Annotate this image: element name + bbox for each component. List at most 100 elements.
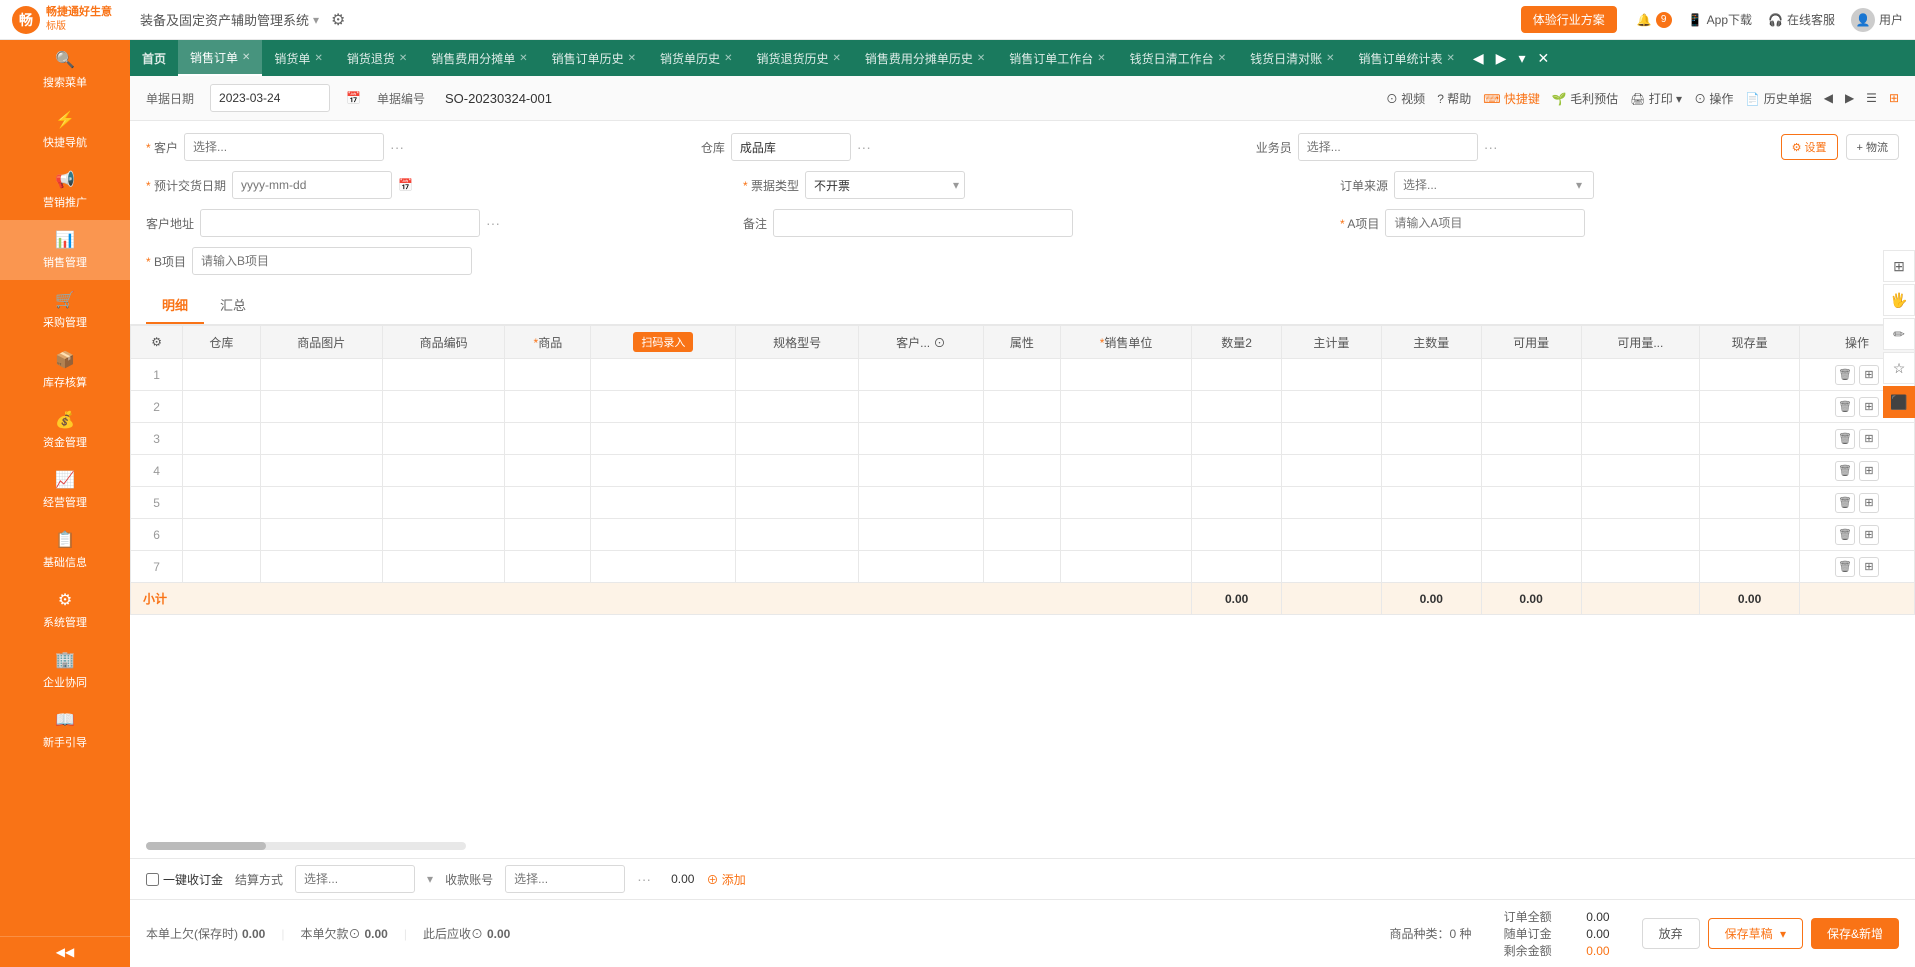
tab-sales-expense-history[interactable]: 销售费用分摊单历史 ✕	[853, 40, 997, 76]
staff-dots[interactable]: ···	[1484, 139, 1498, 155]
tab-sales-expense-close[interactable]: ✕	[519, 53, 527, 64]
customer-dots[interactable]: ···	[390, 139, 404, 155]
tab-sales-order-close[interactable]: ✕	[242, 52, 250, 63]
warehouse-input[interactable]	[731, 133, 851, 161]
remark-input[interactable]	[773, 209, 1073, 237]
tab-sales-return[interactable]: 销货单 ✕	[262, 40, 334, 76]
sidebar-item-inventory[interactable]: 📦 库存核算	[0, 340, 130, 400]
tab-sales-history-close[interactable]: ✕	[628, 53, 636, 64]
row-copy-4[interactable]: ⊞	[1859, 461, 1879, 481]
sidebar-item-search[interactable]: 🔍 搜索菜单	[0, 40, 130, 100]
staff-input[interactable]	[1298, 133, 1478, 161]
one-key-checkbox[interactable]	[146, 873, 159, 886]
row-sales-unit-2[interactable]	[1060, 391, 1191, 423]
sidebar-item-operation[interactable]: 📈 经营管理	[0, 460, 130, 520]
row-warehouse-1[interactable]	[183, 359, 260, 391]
row-delete-6[interactable]: 🗑	[1835, 525, 1855, 545]
right-icon-grid[interactable]: ⊞	[1883, 250, 1915, 282]
delivery-calendar-icon[interactable]: 📅	[398, 178, 413, 192]
row-warehouse-2[interactable]	[183, 391, 260, 423]
online-support[interactable]: 🎧 在线客服	[1768, 11, 1835, 28]
tab-summary[interactable]: 汇总	[204, 287, 262, 324]
sidebar-item-marketing[interactable]: 📢 营销推广	[0, 160, 130, 220]
history-action[interactable]: 📄 历史单据	[1745, 90, 1811, 107]
tab-sales-stats[interactable]: 销售订单统计表 ✕	[1346, 40, 1466, 76]
invoice-dropdown-icon[interactable]: ▾	[953, 178, 959, 192]
customer-input[interactable]	[184, 133, 384, 161]
tab-sales-history[interactable]: 销售订单历史 ✕	[540, 40, 648, 76]
right-icon-scan[interactable]: ⬛	[1883, 386, 1915, 418]
app-download[interactable]: 📱 App下载	[1688, 11, 1752, 28]
tab-sales-workbench[interactable]: 销售订单工作台 ✕	[997, 40, 1117, 76]
video-action[interactable]: ⊙ 视频	[1386, 90, 1425, 107]
order-source-input[interactable]	[1394, 171, 1594, 199]
row-customer-code-1[interactable]	[858, 359, 983, 391]
row-product-1[interactable]	[505, 359, 591, 391]
save-draft-dropdown-icon[interactable]: ▾	[1780, 927, 1786, 941]
tab-home[interactable]: 首页	[130, 40, 178, 76]
address-input[interactable]	[200, 209, 480, 237]
invoice-input[interactable]	[805, 171, 965, 199]
tab-sales-workbench-close[interactable]: ✕	[1097, 53, 1105, 64]
row-code-1[interactable]	[382, 359, 504, 391]
row-copy-5[interactable]: ⊞	[1859, 493, 1879, 513]
sidebar-item-enterprise[interactable]: 🏢 企业协同	[0, 640, 130, 700]
tab-sales-expense-history-close[interactable]: ✕	[977, 53, 985, 64]
tab-sales-refund[interactable]: 销货退货 ✕	[335, 40, 419, 76]
shortcut-action[interactable]: ⌨ 快捷键	[1483, 90, 1540, 107]
account-input[interactable]	[505, 865, 625, 893]
payment-dropdown-icon[interactable]: ▾	[427, 872, 433, 886]
row-main-qty-2[interactable]	[1381, 391, 1481, 423]
tab-cash-daily-close[interactable]: ✕	[1218, 53, 1226, 64]
b-project-input[interactable]	[192, 247, 472, 275]
nav-next[interactable]: ▶	[1845, 91, 1854, 105]
row-copy-3[interactable]: ⊞	[1859, 429, 1879, 449]
tab-detail[interactable]: 明细	[146, 287, 204, 324]
tab-sales-refund-close[interactable]: ✕	[399, 53, 407, 64]
payment-method-input[interactable]	[295, 865, 415, 893]
profit-action[interactable]: 🌱 毛利预估	[1552, 90, 1618, 107]
right-icon-edit[interactable]: ✏	[1883, 318, 1915, 350]
sidebar-item-system[interactable]: ⚙ 系统管理	[0, 580, 130, 640]
tab-sales-stats-close[interactable]: ✕	[1447, 53, 1455, 64]
settings-btn[interactable]: ⚙ 设置	[1781, 134, 1838, 160]
sidebar-item-basic[interactable]: 📋 基础信息	[0, 520, 130, 580]
user-avatar[interactable]: 👤 用户	[1851, 8, 1903, 32]
tab-cash-reconcile[interactable]: 钱货日清对账 ✕	[1238, 40, 1346, 76]
view-switch-list[interactable]: ☰	[1866, 91, 1877, 105]
warehouse-dots[interactable]: ···	[857, 139, 871, 155]
tab-more[interactable]: ▾	[1512, 50, 1531, 67]
sidebar-item-quick[interactable]: ⚡ 快捷导航	[0, 100, 130, 160]
sidebar-item-finance[interactable]: 💰 资金管理	[0, 400, 130, 460]
row-copy-7[interactable]: ⊞	[1859, 557, 1879, 577]
row-main-qty-1[interactable]	[1381, 359, 1481, 391]
row-spec-1[interactable]	[736, 359, 858, 391]
account-dots[interactable]: ···	[637, 871, 651, 887]
row-attr-1[interactable]	[983, 359, 1060, 391]
row-attr-2[interactable]	[983, 391, 1060, 423]
row-copy-1[interactable]: ⊞	[1859, 365, 1879, 385]
row-qty2-1[interactable]	[1192, 359, 1282, 391]
tab-sales-return-close[interactable]: ✕	[314, 53, 322, 64]
row-copy-2[interactable]: ⊞	[1859, 397, 1879, 417]
tab-sales-order[interactable]: 销售订单 ✕	[178, 40, 262, 76]
row-delete-7[interactable]: 🗑	[1835, 557, 1855, 577]
add-payment-button[interactable]: ⊕ 添加	[706, 871, 745, 888]
sidebar-item-sales[interactable]: 📊 销售管理	[0, 220, 130, 280]
tab-scroll-left[interactable]: ◀	[1467, 50, 1490, 67]
add-goods-btn[interactable]: + 物流	[1846, 134, 1899, 160]
help-action[interactable]: ? 帮助	[1437, 90, 1471, 107]
view-switch-grid[interactable]: ⊞	[1889, 91, 1899, 105]
right-icon-fingerprint[interactable]: 🖐	[1883, 284, 1915, 316]
row-copy-6[interactable]: ⊞	[1859, 525, 1879, 545]
print-action[interactable]: 🖨 打印 ▾	[1630, 90, 1682, 107]
row-delete-5[interactable]: 🗑	[1835, 493, 1855, 513]
order-source-dropdown[interactable]: ▾	[1576, 178, 1582, 192]
row-warehouse-3[interactable]	[183, 423, 260, 455]
scrollbar-thumb[interactable]	[146, 842, 266, 850]
right-icon-star[interactable]: ☆	[1883, 352, 1915, 384]
row-customer-code-2[interactable]	[858, 391, 983, 423]
row-delete-3[interactable]: 🗑	[1835, 429, 1855, 449]
discard-button[interactable]: 放弃	[1642, 918, 1700, 949]
tab-close-all[interactable]: ✕	[1531, 50, 1555, 67]
